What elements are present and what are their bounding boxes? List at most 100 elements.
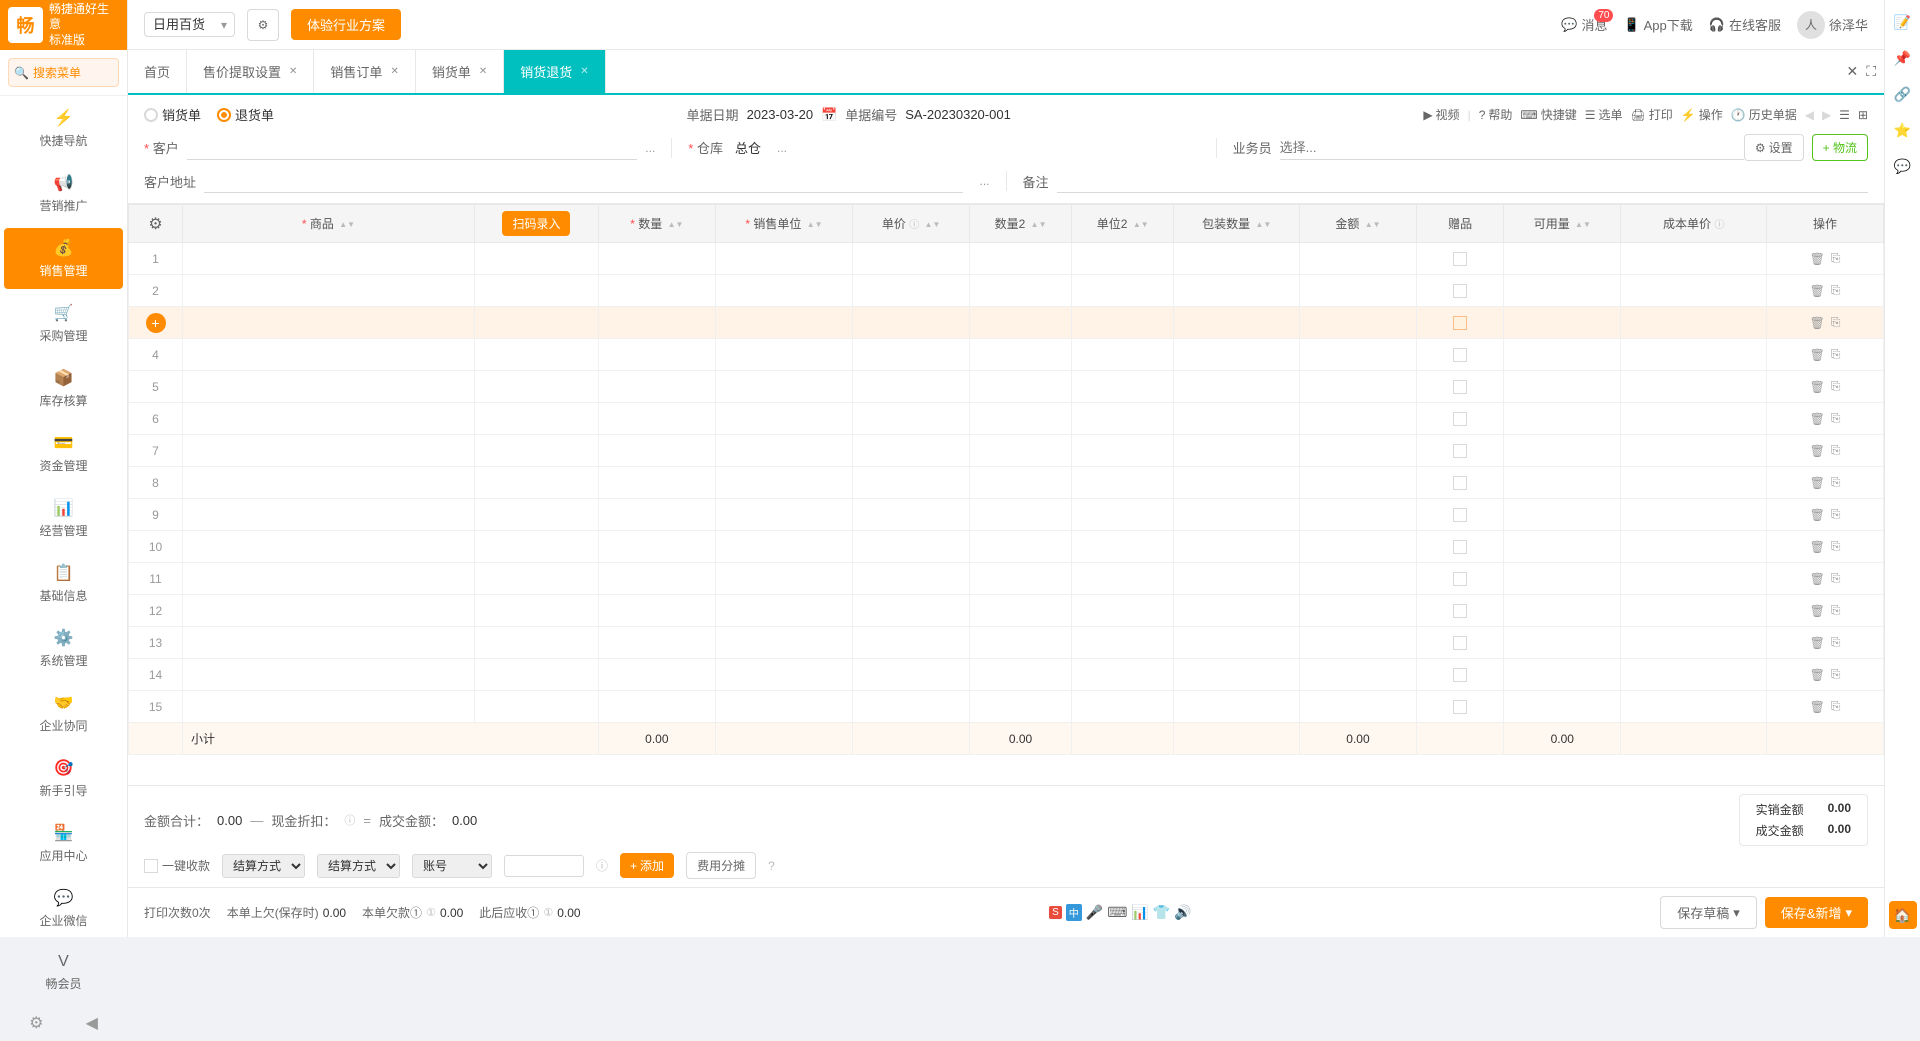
sidebar-item-enterprise[interactable]: 🤝 企业协同: [4, 683, 123, 744]
history-action[interactable]: 🕐 历史单据: [1731, 106, 1797, 123]
sidebar-item-basic[interactable]: 📋 基础信息: [4, 553, 123, 614]
account-select[interactable]: 账号: [412, 854, 492, 878]
remark-input[interactable]: [1057, 169, 1868, 193]
gift-checkbox-1[interactable]: [1425, 252, 1496, 266]
unit-price-info-icon[interactable]: ⓘ: [909, 220, 919, 231]
del-8[interactable]: 🗑: [1810, 476, 1825, 490]
tab-close-all-button[interactable]: ✕: [1846, 63, 1858, 80]
column-settings-icon[interactable]: ⚙: [148, 216, 162, 233]
del-11[interactable]: 🗑: [1810, 572, 1825, 586]
del-6[interactable]: 🗑: [1810, 412, 1825, 426]
cp-11[interactable]: ⎘: [1831, 571, 1841, 586]
discount-info-icon[interactable]: ⓘ: [344, 812, 355, 828]
gift-cb-13[interactable]: [1425, 636, 1496, 650]
tab-sale-delivery[interactable]: 销货单 ✕: [416, 50, 504, 93]
del-14[interactable]: 🗑: [1810, 668, 1825, 682]
copy-icon-3[interactable]: ⎘: [1831, 315, 1841, 330]
message-button[interactable]: 💬 消息 70: [1561, 15, 1607, 34]
sidebar-item-marketing[interactable]: 📢 营销推广: [4, 163, 123, 224]
right-panel-btn-6[interactable]: 🏠: [1889, 901, 1917, 929]
del-12[interactable]: 🗑: [1810, 604, 1825, 618]
calendar-icon[interactable]: 📅: [821, 107, 837, 123]
tab-home[interactable]: 首页: [128, 50, 187, 93]
online-service-button[interactable]: 🎧 在线客服: [1709, 15, 1781, 34]
product-input-3[interactable]: [191, 316, 466, 330]
del-15[interactable]: 🗑: [1810, 700, 1825, 714]
price-cell-1[interactable]: [853, 243, 970, 275]
del-4[interactable]: 🗑: [1810, 348, 1825, 362]
industry-selector[interactable]: 日用百货: [144, 12, 235, 37]
settings-button[interactable]: ⚙ 设置: [1744, 134, 1804, 161]
customer-select-button[interactable]: ...: [645, 141, 655, 155]
del-5[interactable]: 🗑: [1810, 380, 1825, 394]
receivable-info-icon[interactable]: ①: [543, 906, 553, 919]
gift-cb-7[interactable]: [1425, 444, 1496, 458]
gift-cb-15[interactable]: [1425, 700, 1496, 714]
save-draft-button[interactable]: 保存草稿 ▾: [1660, 896, 1757, 929]
cp-12[interactable]: ⎘: [1831, 603, 1841, 618]
industry-dropdown[interactable]: 日用百货: [144, 12, 235, 37]
gift-cb-6[interactable]: [1425, 412, 1496, 426]
tab-close-sale-order[interactable]: ✕: [390, 66, 398, 77]
gift-cb-8[interactable]: [1425, 476, 1496, 490]
add-row-button[interactable]: +: [146, 313, 166, 333]
tab-sale-order[interactable]: 销售订单 ✕: [314, 50, 415, 93]
gift-checkbox-2[interactable]: [1425, 284, 1496, 298]
accounting-select[interactable]: 结算方式: [222, 854, 305, 878]
sidebar-item-wechat[interactable]: 💬 企业微信: [4, 878, 123, 939]
radio-sale-delivery[interactable]: 销货单: [144, 105, 201, 124]
gift-cb-14[interactable]: [1425, 668, 1496, 682]
gift-checkbox-3[interactable]: [1425, 316, 1496, 330]
sidebar-item-operations[interactable]: 📊 经营管理: [4, 488, 123, 549]
cp-8[interactable]: ⎘: [1831, 475, 1841, 490]
user-profile-button[interactable]: 人 徐泽华: [1797, 11, 1868, 39]
right-panel-btn-5[interactable]: 💬: [1889, 152, 1917, 180]
right-panel-btn-4[interactable]: ⭐: [1889, 116, 1917, 144]
calc-method-select[interactable]: 结算方式: [317, 854, 400, 878]
save-and-new-button[interactable]: 保存&新增 ▾: [1765, 897, 1868, 928]
del-13[interactable]: 🗑: [1810, 636, 1825, 650]
debt-info-icon[interactable]: ①: [426, 906, 436, 919]
cp-5[interactable]: ⎘: [1831, 379, 1841, 394]
scan-input-button[interactable]: 扫码录入: [502, 211, 570, 236]
pack-qty-sort[interactable]: ▲▼: [1255, 220, 1271, 229]
logistics-button[interactable]: + 物流: [1812, 134, 1868, 161]
cp-14[interactable]: ⎘: [1831, 667, 1841, 682]
product-cell-2[interactable]: [183, 275, 475, 307]
address-input[interactable]: [204, 169, 963, 193]
amount-input[interactable]: [504, 855, 584, 877]
available-sort[interactable]: ▲▼: [1575, 220, 1591, 229]
select-action[interactable]: ☰ 选单: [1585, 106, 1623, 123]
experience-plan-button[interactable]: 体验行业方案: [291, 9, 401, 40]
product-cell-3[interactable]: [183, 307, 475, 339]
video-action[interactable]: ▶ 视频: [1423, 106, 1459, 123]
delete-icon-3[interactable]: 🗑: [1810, 316, 1825, 330]
sidebar-item-purchase[interactable]: 🛒 采购管理: [4, 293, 123, 354]
cp-9[interactable]: ⎘: [1831, 507, 1841, 522]
delete-icon-2[interactable]: 🗑: [1810, 284, 1825, 298]
sidebar-item-shortcut[interactable]: ⚡ 快捷导航: [4, 98, 123, 159]
del-9[interactable]: 🗑: [1810, 508, 1825, 522]
customer-input[interactable]: [187, 136, 638, 160]
gift-cb-10[interactable]: [1425, 540, 1496, 554]
product-cell-1[interactable]: [183, 243, 475, 275]
tab-maximize-button[interactable]: ⛶: [1866, 63, 1876, 80]
sale-unit-sort[interactable]: ▲▼: [807, 220, 823, 229]
app-download-button[interactable]: 📱 App下载: [1623, 15, 1692, 34]
warehouse-select-button[interactable]: ...: [777, 141, 787, 155]
copy-icon-1[interactable]: ⎘: [1831, 251, 1841, 266]
amount-sort[interactable]: ▲▼: [1365, 220, 1381, 229]
cp-4[interactable]: ⎘: [1831, 347, 1841, 362]
split-help-icon[interactable]: ?: [768, 859, 775, 873]
sidebar-item-system[interactable]: ⚙️ 系统管理: [4, 618, 123, 679]
tab-close-sale-delivery[interactable]: ✕: [479, 66, 487, 77]
cp-13[interactable]: ⎘: [1831, 635, 1841, 650]
gift-cb-4[interactable]: [1425, 348, 1496, 362]
right-panel-btn-2[interactable]: 📌: [1889, 44, 1917, 72]
view-grid-toggle[interactable]: ⊞: [1858, 108, 1868, 122]
cp-7[interactable]: ⎘: [1831, 443, 1841, 458]
topbar-gear-button[interactable]: ⚙: [247, 9, 279, 41]
cost-price-info-icon[interactable]: ⓘ: [1714, 220, 1724, 231]
cp-15[interactable]: ⎘: [1831, 699, 1841, 714]
tab-close-sale-price[interactable]: ✕: [289, 66, 297, 77]
